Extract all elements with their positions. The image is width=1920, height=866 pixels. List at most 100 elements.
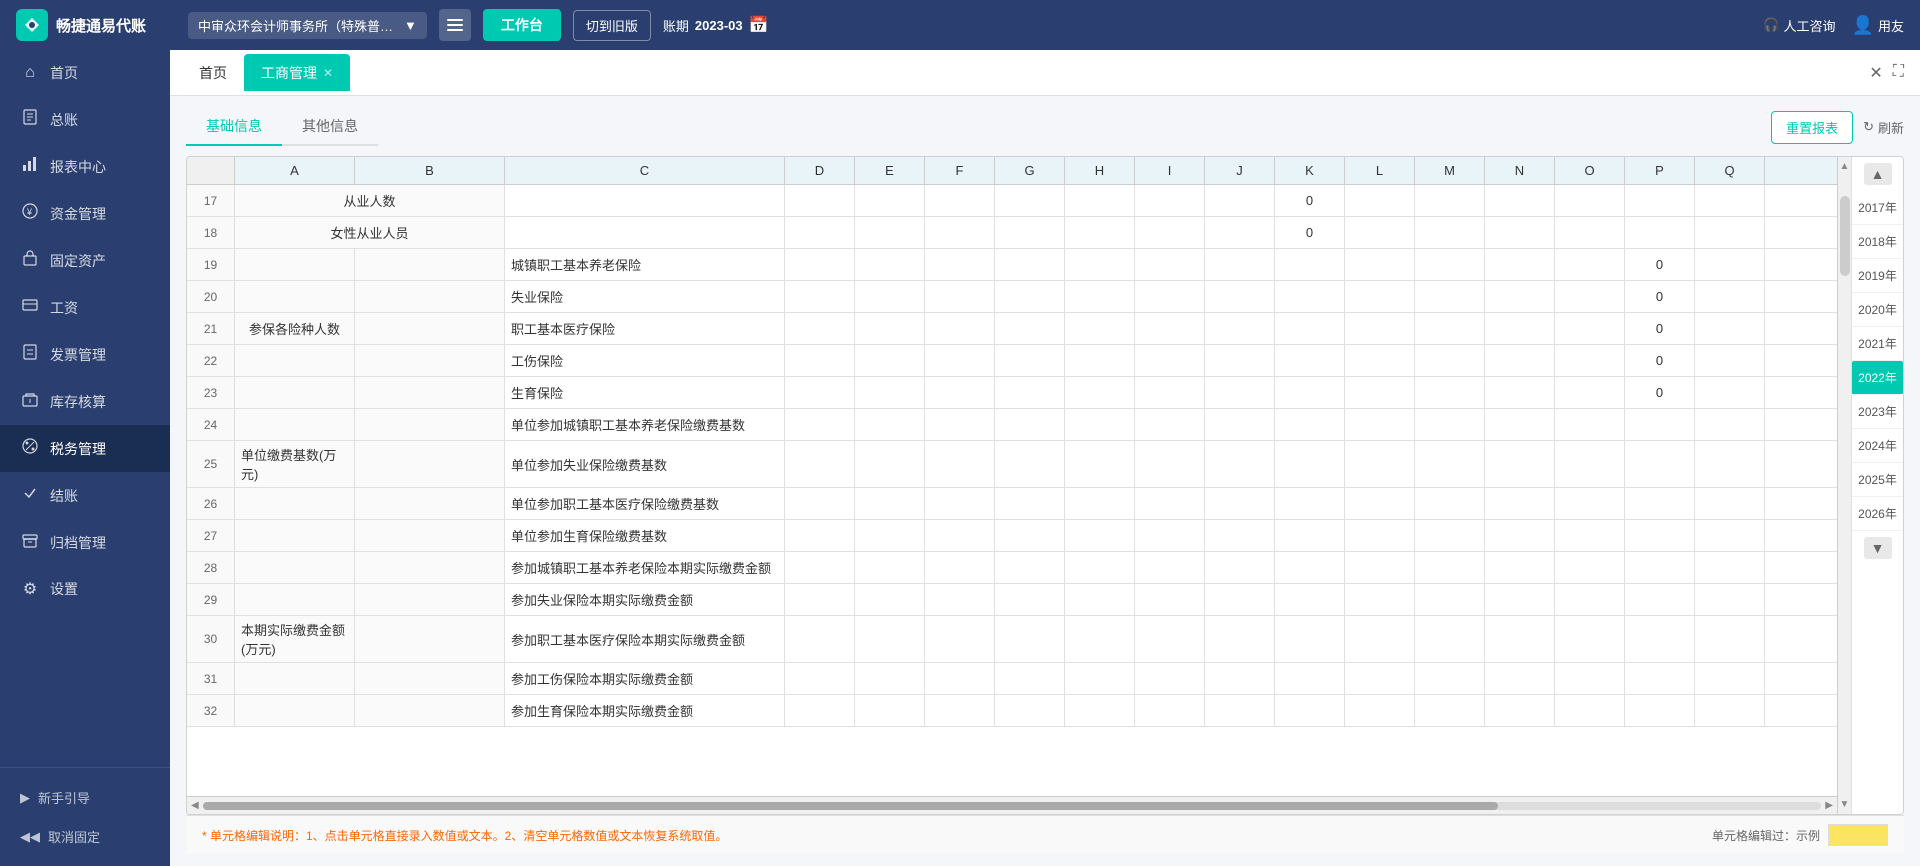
cell-31-b[interactable] (355, 663, 505, 694)
cell-29-a[interactable] (235, 584, 355, 615)
cell-20-o[interactable] (1555, 281, 1625, 312)
cell-31-a[interactable] (235, 663, 355, 694)
cell-21-j[interactable] (1205, 313, 1275, 344)
cell-29-h[interactable] (1065, 584, 1135, 615)
cell-26-q[interactable] (1695, 488, 1765, 519)
cell-30-d[interactable] (785, 616, 855, 662)
cell-18-m[interactable] (1415, 217, 1485, 248)
cell-22-g[interactable] (995, 345, 1065, 376)
cell-26-m[interactable] (1415, 488, 1485, 519)
cell-26-f[interactable] (925, 488, 995, 519)
cell-27-h[interactable] (1065, 520, 1135, 551)
cell-26-n[interactable] (1485, 488, 1555, 519)
cell-25-n[interactable] (1485, 441, 1555, 487)
cell-17-q[interactable] (1695, 185, 1765, 216)
cell-32-k[interactable] (1275, 695, 1345, 726)
cell-29-b[interactable] (355, 584, 505, 615)
header-menu-icon[interactable] (439, 9, 471, 41)
cell-23-j[interactable] (1205, 377, 1275, 408)
cell-32-c[interactable]: 参加生育保险本期实际缴费金额 (505, 695, 785, 726)
cell-32-n[interactable] (1485, 695, 1555, 726)
cell-22-o[interactable] (1555, 345, 1625, 376)
cell-21-l[interactable] (1345, 313, 1415, 344)
cell-18-h[interactable] (1065, 217, 1135, 248)
year-item-2020[interactable]: 2020年 (1852, 293, 1903, 327)
cell-20-e[interactable] (855, 281, 925, 312)
cell-22-j[interactable] (1205, 345, 1275, 376)
cell-26-i[interactable] (1135, 488, 1205, 519)
company-selector[interactable]: 中审众环会计师事务所（特殊普通合伙... ▼ (188, 12, 427, 39)
cell-27-b[interactable] (355, 520, 505, 551)
cell-19-c[interactable]: 城镇职工基本养老保险 (505, 249, 785, 280)
tab-home[interactable]: 首页 (186, 54, 240, 91)
cell-27-o[interactable] (1555, 520, 1625, 551)
cell-18-p[interactable] (1625, 217, 1695, 248)
cell-25-j[interactable] (1205, 441, 1275, 487)
user-item[interactable]: 👤 用友 (1852, 15, 1904, 36)
cell-23-p[interactable]: 0 (1625, 377, 1695, 408)
cell-23-f[interactable] (925, 377, 995, 408)
cell-29-m[interactable] (1415, 584, 1485, 615)
cell-30-k[interactable] (1275, 616, 1345, 662)
cell-20-i[interactable] (1135, 281, 1205, 312)
cell-31-d[interactable] (785, 663, 855, 694)
cell-20-q[interactable] (1695, 281, 1765, 312)
cell-18-l[interactable] (1345, 217, 1415, 248)
cell-19-j[interactable] (1205, 249, 1275, 280)
cell-23-e[interactable] (855, 377, 925, 408)
cell-32-d[interactable] (785, 695, 855, 726)
cell-29-j[interactable] (1205, 584, 1275, 615)
cell-24-c[interactable]: 单位参加城镇职工基本养老保险缴费基数 (505, 409, 785, 440)
cell-27-q[interactable] (1695, 520, 1765, 551)
cell-29-e[interactable] (855, 584, 925, 615)
cell-17-i[interactable] (1135, 185, 1205, 216)
cell-22-k[interactable] (1275, 345, 1345, 376)
cell-30-f[interactable] (925, 616, 995, 662)
cell-17-n[interactable] (1485, 185, 1555, 216)
sidebar-item-capital[interactable]: ¥ 资金管理 (0, 190, 170, 237)
cell-31-i[interactable] (1135, 663, 1205, 694)
cell-29-o[interactable] (1555, 584, 1625, 615)
cell-29-k[interactable] (1275, 584, 1345, 615)
cell-19-m[interactable] (1415, 249, 1485, 280)
year-item-2023[interactable]: 2023年 (1852, 395, 1903, 429)
cell-32-f[interactable] (925, 695, 995, 726)
cell-19-q[interactable] (1695, 249, 1765, 280)
cell-23-q[interactable] (1695, 377, 1765, 408)
cell-24-l[interactable] (1345, 409, 1415, 440)
cell-27-e[interactable] (855, 520, 925, 551)
cell-25-a[interactable]: 单位缴费基数(万元) (235, 441, 355, 487)
cell-18-k[interactable]: 0 (1275, 217, 1345, 248)
cell-21-k[interactable] (1275, 313, 1345, 344)
cell-18-o[interactable] (1555, 217, 1625, 248)
hscroll-bar[interactable]: ◀ ▶ (187, 796, 1837, 814)
cell-24-g[interactable] (995, 409, 1065, 440)
cell-30-l[interactable] (1345, 616, 1415, 662)
cell-27-n[interactable] (1485, 520, 1555, 551)
cell-19-p[interactable]: 0 (1625, 249, 1695, 280)
cell-22-p[interactable]: 0 (1625, 345, 1695, 376)
hscroll-left-arrow[interactable]: ◀ (191, 800, 199, 811)
cell-21-p[interactable]: 0 (1625, 313, 1695, 344)
cell-28-f[interactable] (925, 552, 995, 583)
cell-19-d[interactable] (785, 249, 855, 280)
sidebar-item-asset[interactable]: 固定资产 (0, 237, 170, 284)
cell-25-e[interactable] (855, 441, 925, 487)
human-service-item[interactable]: 🎧 人工咨询 (1763, 16, 1835, 35)
cell-25-d[interactable] (785, 441, 855, 487)
cell-23-b[interactable] (355, 377, 505, 408)
cell-18-g[interactable] (995, 217, 1065, 248)
cell-21-g[interactable] (995, 313, 1065, 344)
cell-19-f[interactable] (925, 249, 995, 280)
sidebar-item-invoice[interactable]: 发票管理 (0, 331, 170, 378)
cell-30-m[interactable] (1415, 616, 1485, 662)
cell-23-d[interactable] (785, 377, 855, 408)
cell-27-g[interactable] (995, 520, 1065, 551)
cell-23-l[interactable] (1345, 377, 1415, 408)
cell-30-q[interactable] (1695, 616, 1765, 662)
cell-25-h[interactable] (1065, 441, 1135, 487)
year-item-2022[interactable]: 2022年 (1852, 361, 1903, 395)
cell-18-c[interactable] (505, 217, 785, 248)
cell-17-h[interactable] (1065, 185, 1135, 216)
cell-23-k[interactable] (1275, 377, 1345, 408)
